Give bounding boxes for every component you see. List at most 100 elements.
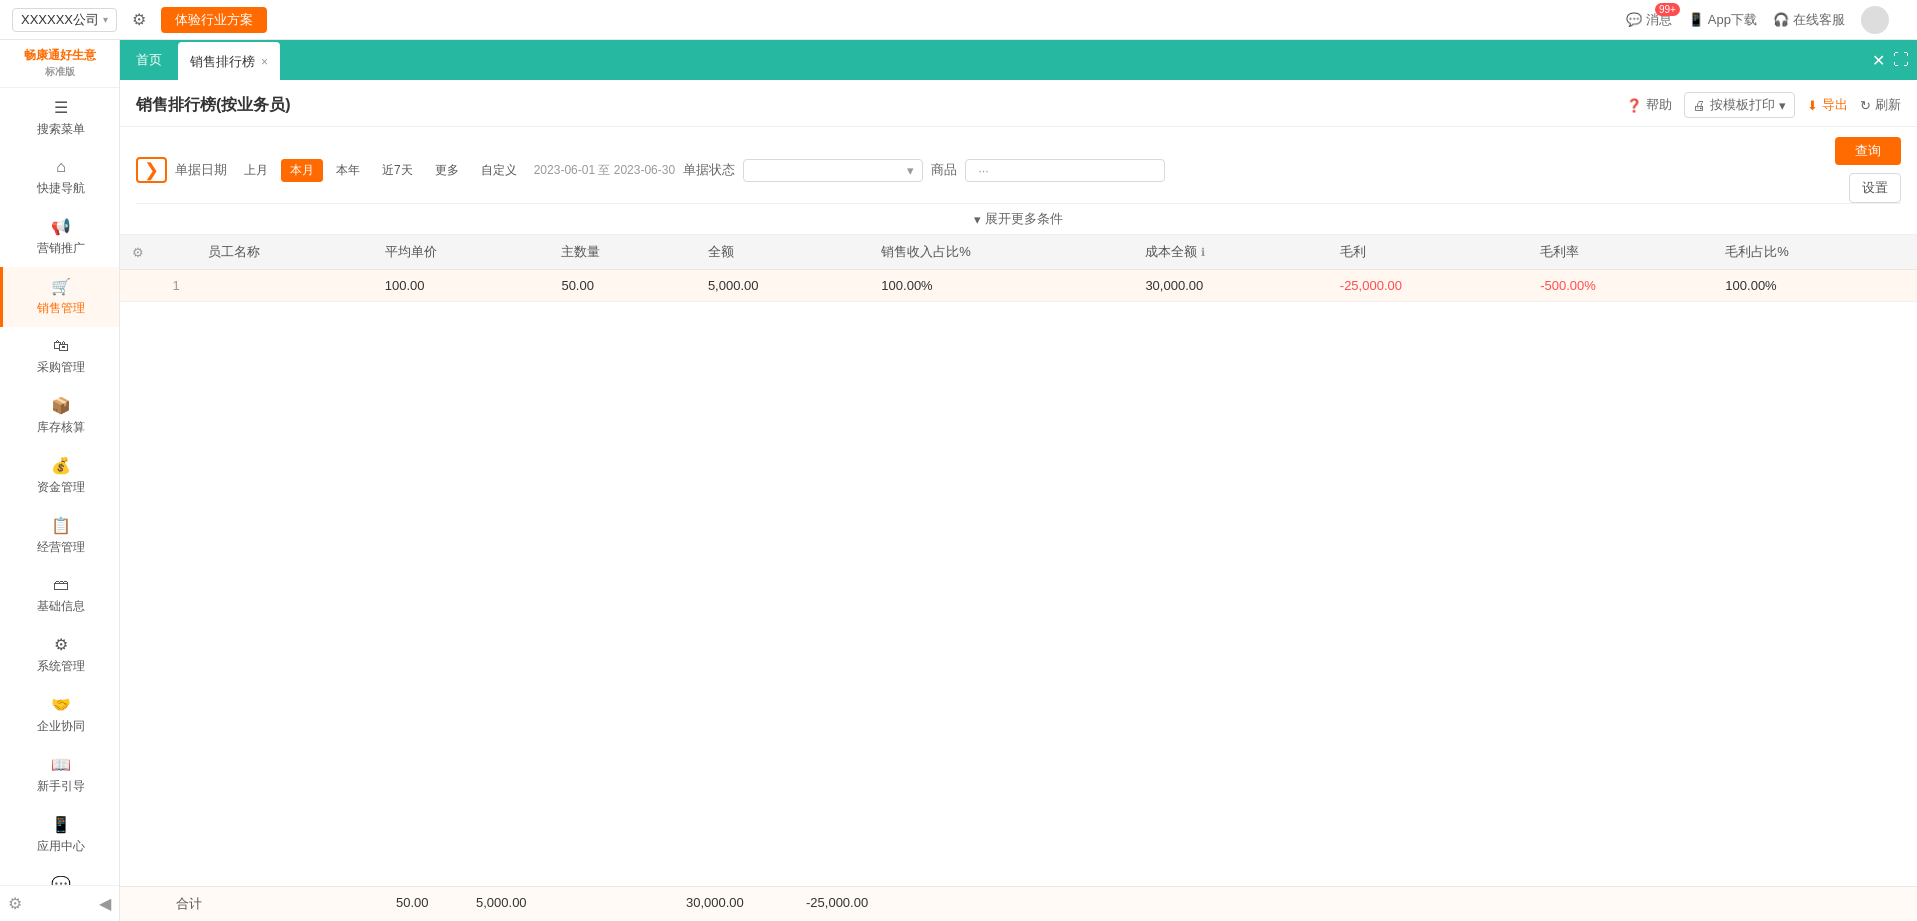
sidebar-settings-button[interactable]: ⚙ [8, 894, 22, 913]
chevron-down-icon: ▾ [103, 14, 108, 25]
filter-row-main: ❯ 单据日期 上月 本月 本年 近7天 更多 自定义 2023-06-01 至 … [136, 137, 1901, 203]
row-settings-icon [120, 270, 156, 302]
footer-cost: 30,000.00 [674, 895, 794, 913]
filter-area: ❯ 单据日期 上月 本月 本年 近7天 更多 自定义 2023-06-01 至 … [120, 127, 1917, 235]
date-btn-7days[interactable]: 近7天 [373, 159, 422, 182]
sidebar-item-inventory[interactable]: 📦 库存核算 [0, 386, 119, 446]
tab-sales-ranking[interactable]: 销售排行榜 × [178, 42, 280, 82]
sidebar-item-newbie[interactable]: 📖 新手引导 [0, 745, 119, 805]
export-button[interactable]: ⬇ 导出 [1807, 96, 1848, 114]
message-button[interactable]: 💬 消息 99+ [1626, 11, 1672, 29]
page-header: 销售排行榜(按业务员) ❓ 帮助 🖨 按模板打印 ▾ ⬇ 导出 [120, 80, 1917, 127]
online-service-button[interactable]: 🎧 在线客服 [1773, 11, 1845, 29]
sidebar-item-basic-info[interactable]: 🗃 基础信息 [0, 566, 119, 625]
date-btn-this-month[interactable]: 本月 [281, 159, 323, 182]
sidebar-label-quick-nav: 快捷导航 [37, 180, 85, 197]
expand-more-button[interactable]: ▾ 展开更多条件 [974, 210, 1063, 228]
refresh-button[interactable]: ↻ 刷新 [1860, 96, 1901, 114]
main-layout: 畅康通好生意 标准版 ☰ 搜索菜单 ⌂ 快捷导航 📢 营销推广 🛒 销售管理 [0, 40, 1917, 921]
app-download-button[interactable]: 📱 App下载 [1688, 11, 1757, 29]
message-badge: 99+ [1655, 3, 1680, 16]
col-rank [156, 235, 196, 270]
footer-profit: -25,000.00 [794, 895, 894, 913]
date-btn-last-month[interactable]: 上月 [235, 159, 277, 182]
filter-collapse-button[interactable]: ❯ [136, 157, 167, 183]
col-avg-price: 平均单价 [373, 235, 550, 270]
tab-fullscreen-icon[interactable]: ⛶ [1893, 51, 1909, 69]
row-profit: -25,000.00 [1328, 270, 1528, 302]
col-amount: 全额 [696, 235, 869, 270]
search-order-icon: ☰ [54, 98, 68, 117]
sidebar-item-purchase[interactable]: 🛍 采购管理 [0, 327, 119, 386]
print-icon: 🖨 [1693, 98, 1706, 113]
sidebar-label-search-order: 搜索菜单 [37, 121, 85, 138]
col-profit-rate: 毛利率 [1528, 235, 1713, 270]
col-profit-ratio: 毛利占比% [1713, 235, 1917, 270]
print-dropdown-icon: ▾ [1779, 98, 1786, 113]
date-btn-more[interactable]: 更多 [426, 159, 468, 182]
tab-close-all-icon[interactable]: ✕ [1872, 51, 1885, 70]
print-button[interactable]: 🖨 按模板打印 ▾ [1684, 92, 1795, 118]
sidebar-item-finance[interactable]: 💰 资金管理 [0, 446, 119, 506]
date-filter-label: 单据日期 [175, 161, 227, 179]
row-profit-ratio: 100.00% [1713, 270, 1917, 302]
sidebar-label-system: 系统管理 [37, 658, 85, 675]
settings-icon[interactable]: ⚙ [125, 6, 153, 34]
sidebar-collapse-button[interactable]: ◀ [99, 894, 111, 913]
footer-qty: 50.00 [384, 895, 464, 913]
sidebar-item-sales[interactable]: 🛒 销售管理 [0, 267, 119, 327]
sidebar-label-operations: 经营管理 [37, 539, 85, 556]
sidebar-item-operations[interactable]: 📋 经营管理 [0, 506, 119, 566]
inventory-icon: 📦 [51, 396, 71, 415]
content-area: 首页 销售排行榜 × ✕ ⛶ 销售排行榜(按业务员) ❓ 帮助 [120, 40, 1917, 921]
tab-bar: 首页 销售排行榜 × ✕ ⛶ [120, 40, 1917, 80]
purchase-icon: 🛍 [53, 337, 69, 355]
company-name: XXXXXX公司 [21, 11, 99, 29]
row-sales-ratio: 100.00% [869, 270, 1133, 302]
system-icon: ⚙ [54, 635, 68, 654]
date-btn-this-year[interactable]: 本年 [327, 159, 369, 182]
help-button[interactable]: ❓ 帮助 [1626, 96, 1672, 114]
sidebar-item-wechat[interactable]: 💬 企业微信 [0, 865, 119, 885]
goods-more-icon: ··· [978, 163, 989, 178]
sidebar-item-search-order[interactable]: ☰ 搜索菜单 [0, 88, 119, 148]
goods-select[interactable]: ··· [965, 159, 1165, 182]
company-select[interactable]: XXXXXX公司 ▾ [12, 8, 117, 32]
avatar[interactable] [1861, 6, 1889, 34]
top-right-actions: 💬 消息 99+ 📱 App下载 🎧 在线客服 [1626, 6, 1905, 34]
sidebar-item-system[interactable]: ⚙ 系统管理 [0, 625, 119, 685]
query-button[interactable]: 查询 [1835, 137, 1901, 165]
date-btn-custom[interactable]: 自定义 [472, 159, 526, 182]
message-icon: 💬 [1626, 12, 1642, 27]
sidebar-bottom: ⚙ ◀ [0, 885, 119, 921]
date-buttons: 上月 本月 本年 近7天 更多 自定义 [235, 159, 526, 182]
status-select-arrow-icon: ▾ [907, 163, 914, 178]
expand-more-row: ▾ 展开更多条件 [136, 203, 1901, 234]
experience-button[interactable]: 体验行业方案 [161, 7, 267, 33]
expand-down-icon: ▾ [974, 212, 981, 227]
sidebar-item-enterprise[interactable]: 🤝 企业协同 [0, 685, 119, 745]
footer-settings [132, 895, 164, 913]
table-settings-button[interactable]: 设置 [1849, 173, 1901, 203]
tab-close-icon[interactable]: × [261, 55, 268, 69]
col-settings[interactable]: ⚙ [120, 235, 156, 270]
ranking-table: ⚙ 员工名称 平均单价 主数量 全额 销售收入占比% 成本全额 ℹ 毛利 毛利率… [120, 235, 1917, 302]
status-select[interactable]: ▾ [743, 159, 923, 182]
col-qty: 主数量 [549, 235, 695, 270]
app-center-icon: 📱 [51, 815, 71, 834]
row-employee [196, 270, 373, 302]
top-bar: XXXXXX公司 ▾ ⚙ 体验行业方案 💬 消息 99+ 📱 App下载 🎧 在… [0, 0, 1917, 40]
table-header-row: ⚙ 员工名称 平均单价 主数量 全额 销售收入占比% 成本全额 ℹ 毛利 毛利率… [120, 235, 1917, 270]
newbie-icon: 📖 [51, 755, 71, 774]
enterprise-icon: 🤝 [51, 695, 71, 714]
sidebar-item-quick-nav[interactable]: ⌂ 快捷导航 [0, 148, 119, 207]
sidebar-item-app-center[interactable]: 📱 应用中心 [0, 805, 119, 865]
row-amount: 5,000.00 [696, 270, 869, 302]
sidebar-label-app-center: 应用中心 [37, 838, 85, 855]
sidebar-label-finance: 资金管理 [37, 479, 85, 496]
goods-filter-label: 商品 [931, 161, 957, 179]
page-title: 销售排行榜(按业务员) [136, 95, 291, 116]
sidebar-label-enterprise: 企业协同 [37, 718, 85, 735]
sidebar-item-marketing[interactable]: 📢 营销推广 [0, 207, 119, 267]
tab-home[interactable]: 首页 [120, 40, 178, 80]
